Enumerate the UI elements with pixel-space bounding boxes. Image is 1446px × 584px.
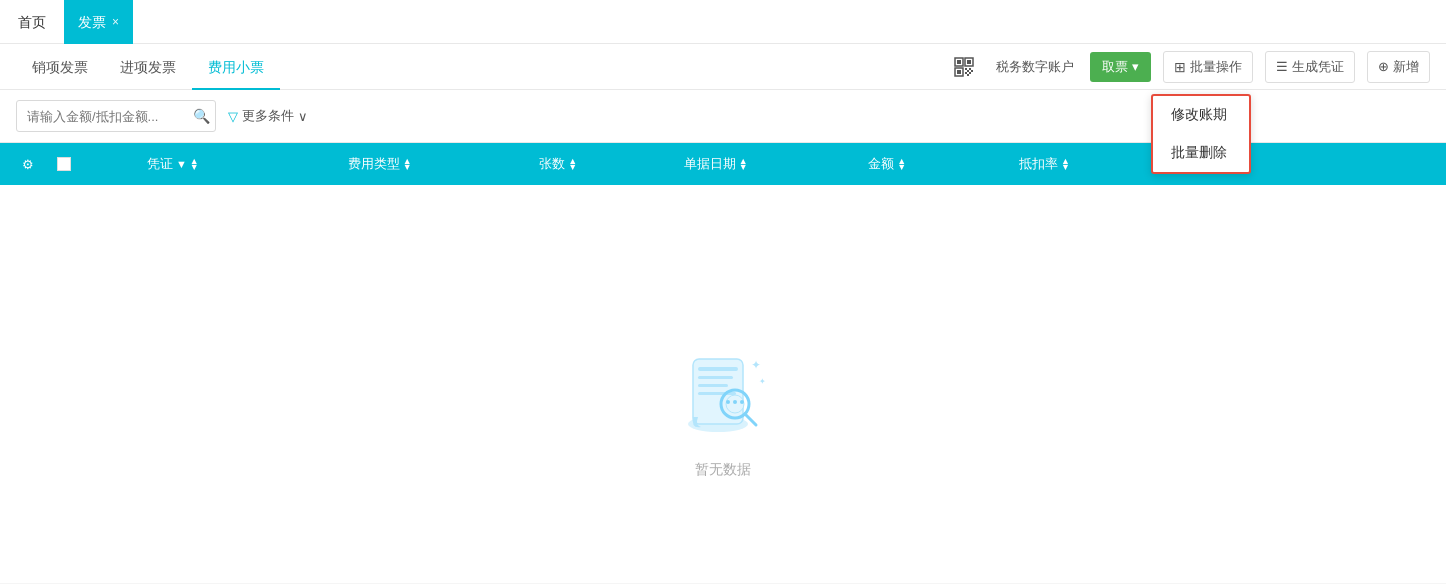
take-ticket-label: 取票 <box>1102 58 1128 76</box>
chevron-down-icon: ∨ <box>298 109 308 124</box>
th-rate[interactable]: 抵扣率 ▲▼ <box>966 155 1123 173</box>
svg-rect-8 <box>965 72 967 74</box>
th-count[interactable]: 张数 ▲▼ <box>494 155 623 173</box>
top-nav: 首页 发票 × <box>0 0 1446 44</box>
invoice-tab-label: 发票 <box>78 0 106 44</box>
batch-op-icon: ⊞ <box>1174 59 1186 75</box>
th-amount[interactable]: 金额 ▲▼ <box>808 155 965 173</box>
voucher-sort[interactable]: ▲▼ <box>190 158 199 171</box>
th-date-label: 单据日期 <box>684 155 736 173</box>
th-expense-label: 费用类型 <box>348 155 400 173</box>
tax-digital-button[interactable]: 税务数字账户 <box>992 58 1078 76</box>
gen-voucher-label: 生成凭证 <box>1292 58 1344 76</box>
modify-period-item[interactable]: 修改账期 <box>1153 96 1249 134</box>
take-ticket-button[interactable]: 取票 ▾ <box>1090 52 1151 82</box>
new-add-button[interactable]: ⊕ 新增 <box>1367 51 1430 83</box>
svg-text:✦: ✦ <box>751 358 761 372</box>
gen-voucher-icon: ☰ <box>1276 59 1288 74</box>
svg-rect-18 <box>698 392 736 395</box>
svg-rect-6 <box>965 68 967 70</box>
th-count-label: 张数 <box>539 155 565 173</box>
voucher-filter-icon: ▼ <box>176 158 187 170</box>
svg-rect-12 <box>967 74 969 76</box>
tab-jinxiang[interactable]: 进项发票 <box>104 44 192 90</box>
svg-text:✦: ✦ <box>759 377 766 386</box>
th-rate-label: 抵扣率 <box>1019 155 1058 173</box>
svg-rect-7 <box>969 68 971 70</box>
search-icon[interactable]: 🔍 <box>193 108 210 124</box>
th-gear[interactable]: ⚙ <box>8 157 48 172</box>
th-voucher-label: 凭证 <box>147 155 173 173</box>
svg-rect-11 <box>971 70 973 72</box>
svg-rect-17 <box>698 384 728 387</box>
search-input[interactable] <box>16 100 216 132</box>
invoice-tab-close[interactable]: × <box>112 0 119 44</box>
secondary-tab-bar: 销项发票 进项发票 费用小票 税务数字账户 取票 <box>0 44 1446 90</box>
svg-point-24 <box>740 400 744 404</box>
batch-op-button[interactable]: ⊞ 批量操作 <box>1163 51 1253 83</box>
amount-sort[interactable]: ▲▼ <box>897 158 906 171</box>
search-wrap: 🔍 <box>16 100 216 132</box>
empty-illustration: ✦ ✦ <box>663 329 783 449</box>
svg-rect-3 <box>967 60 971 64</box>
take-ticket-arrow: ▾ <box>1132 59 1139 74</box>
th-expense-type[interactable]: 费用类型 ▲▼ <box>266 155 494 173</box>
qr-icon-button[interactable] <box>948 51 980 83</box>
svg-rect-15 <box>698 367 738 371</box>
rate-sort[interactable]: ▲▼ <box>1061 158 1070 171</box>
tab-xiaoxiang[interactable]: 销项发票 <box>16 44 104 90</box>
funnel-icon: ▽ <box>228 109 238 124</box>
th-checkbox[interactable] <box>48 157 80 171</box>
svg-point-23 <box>733 400 737 404</box>
svg-rect-9 <box>969 72 971 74</box>
gear-icon: ⚙ <box>22 157 34 172</box>
invoice-tab[interactable]: 发票 × <box>64 0 133 44</box>
select-all-checkbox[interactable] <box>57 157 71 171</box>
qr-icon <box>953 56 975 78</box>
tab-bar-left: 销项发票 进项发票 费用小票 <box>16 44 280 90</box>
new-add-label: 新增 <box>1393 58 1419 76</box>
date-sort[interactable]: ▲▼ <box>739 158 748 171</box>
svg-rect-16 <box>698 376 733 379</box>
th-date[interactable]: 单据日期 ▲▼ <box>623 155 809 173</box>
empty-state: ✦ ✦ 暂无数据 <box>0 185 1446 583</box>
th-voucher[interactable]: 凭证 ▼ ▲▼ <box>80 155 266 173</box>
no-data-illustration: ✦ ✦ <box>663 329 783 449</box>
svg-point-22 <box>726 400 730 404</box>
home-nav-item[interactable]: 首页 <box>0 0 64 44</box>
expense-sort[interactable]: ▲▼ <box>403 158 412 171</box>
more-conditions-button[interactable]: ▽ 更多条件 ∨ <box>228 107 308 125</box>
batch-delete-item[interactable]: 批量删除 <box>1153 134 1249 172</box>
svg-rect-5 <box>957 70 961 74</box>
svg-rect-1 <box>957 60 961 64</box>
gen-voucher-button[interactable]: ☰ 生成凭证 <box>1265 51 1355 83</box>
tab-bar-right: 税务数字账户 取票 ▾ ⊞ 批量操作 ☰ 生成凭证 ⊕ 新增 <box>948 51 1430 83</box>
th-amount-label: 金额 <box>868 155 894 173</box>
new-add-icon: ⊕ <box>1378 59 1389 74</box>
empty-text: 暂无数据 <box>695 461 751 479</box>
tab-feiyong[interactable]: 费用小票 <box>192 44 280 90</box>
svg-rect-10 <box>967 70 969 72</box>
batch-op-dropdown: 修改账期 批量删除 <box>1151 94 1251 174</box>
count-sort[interactable]: ▲▼ <box>568 158 577 171</box>
batch-op-label: 批量操作 <box>1190 58 1242 76</box>
more-conditions-label: 更多条件 <box>242 107 294 125</box>
